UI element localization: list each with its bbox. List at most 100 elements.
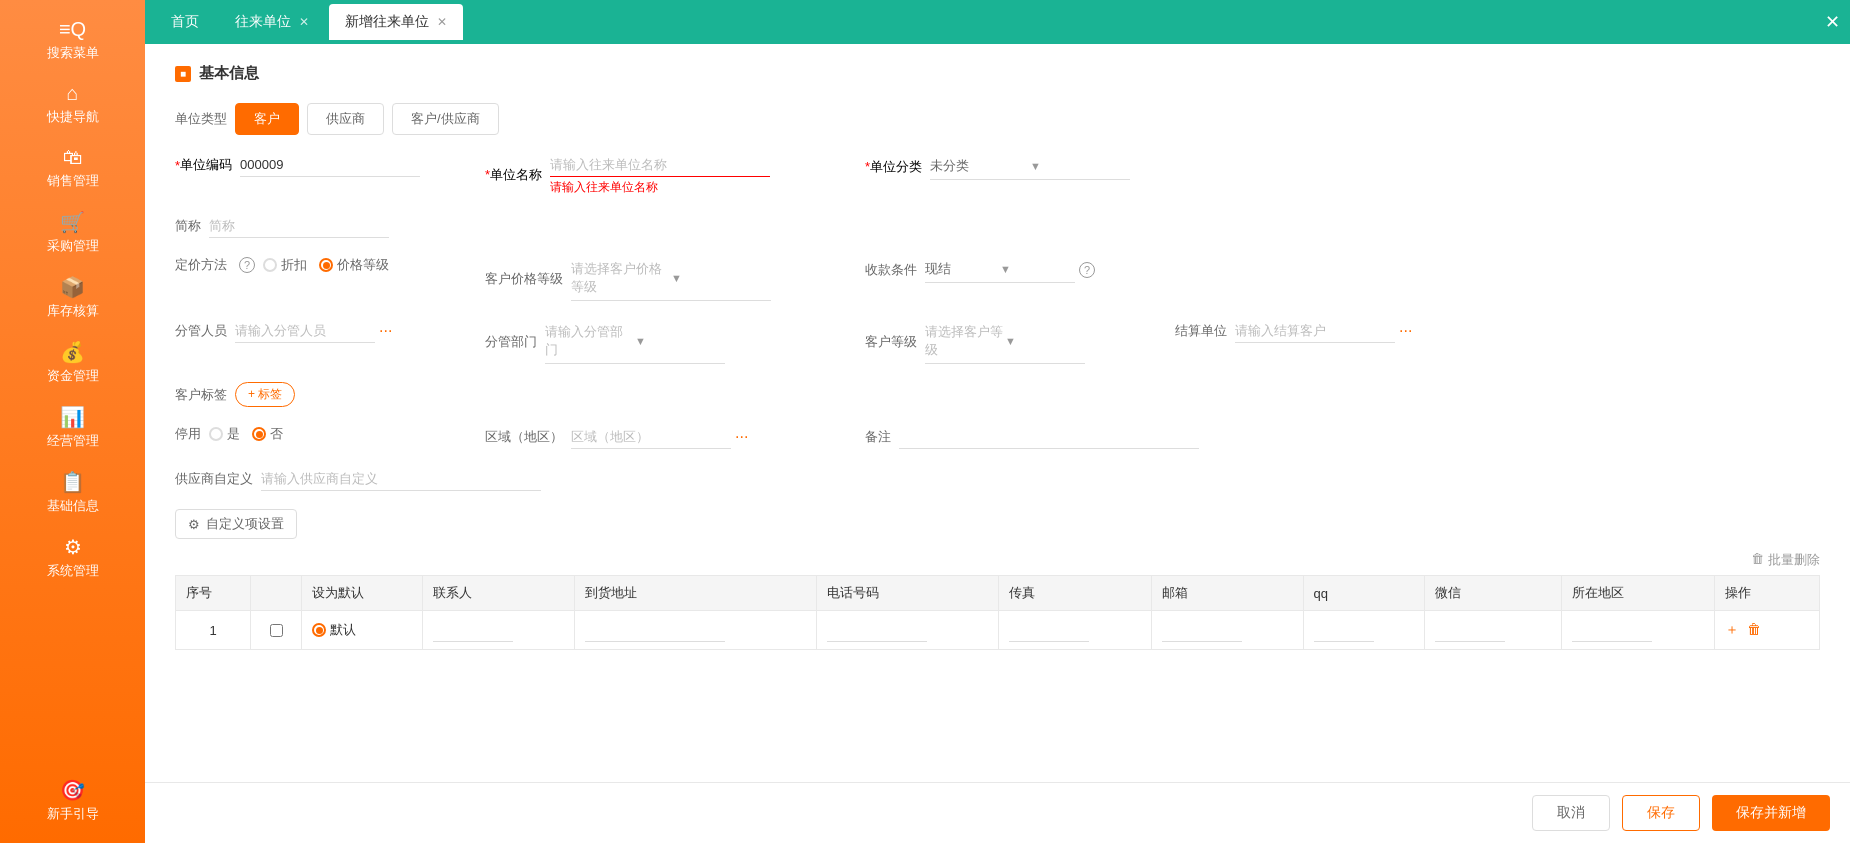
col-wechat: 微信 (1425, 576, 1562, 611)
sidebar-item-purchase[interactable]: 🛒 采购管理 (0, 200, 145, 265)
field-manager: 分管人员 ··· (175, 319, 455, 343)
cell-wechat[interactable] (1425, 611, 1562, 650)
save-add-button[interactable]: 保存并新增 (1712, 795, 1830, 831)
sidebar-item-search[interactable]: ≡Q 搜索菜单 (0, 8, 145, 72)
input-email[interactable] (1162, 618, 1242, 642)
radio-no[interactable]: 否 (252, 425, 283, 443)
radio-discount-label: 折扣 (281, 256, 307, 274)
sidebar-item-sales[interactable]: 🛍 销售管理 (0, 136, 145, 200)
customer-price-level-arrow: ▼ (671, 272, 771, 284)
manager-more-btn[interactable]: ··· (379, 322, 392, 340)
sidebar-item-inventory[interactable]: 📦 库存核算 (0, 265, 145, 330)
radio-yes-label: 是 (227, 425, 240, 443)
select-unit-category[interactable]: 未分类 ▼ (930, 153, 1130, 180)
cell-default: 默认 (302, 611, 422, 650)
sidebar-item-newuser[interactable]: 🎯 新手引导 (0, 768, 145, 833)
field-customer-tag: 客户标签 + 标签 (175, 382, 295, 407)
add-row-icon[interactable]: ＋ (1725, 621, 1739, 639)
sidebar-label-purchase: 采购管理 (47, 237, 99, 255)
input-alias[interactable] (209, 214, 389, 238)
tab-new-partner-close[interactable]: ✕ (437, 15, 447, 29)
input-notes[interactable] (899, 425, 1199, 449)
table-row: 1 默认 (176, 611, 1820, 650)
cell-checkbox[interactable] (251, 611, 302, 650)
sidebar-label-newuser: 新手引导 (47, 805, 99, 823)
pricing-help-icon[interactable]: ? (239, 257, 255, 273)
cell-email[interactable] (1151, 611, 1303, 650)
label-payment-terms: 收款条件 (865, 261, 917, 279)
field-disabled: 停用 是 否 (175, 425, 455, 443)
tab-new-partner[interactable]: 新增往来单位 ✕ (329, 4, 463, 40)
input-fax[interactable] (1009, 618, 1089, 642)
field-payment-terms: 收款条件 现结 ▼ ? (865, 256, 1145, 283)
newuser-icon: 🎯 (60, 778, 85, 802)
input-phone[interactable] (827, 618, 927, 642)
input-unit-code[interactable] (240, 153, 420, 177)
tab-partners-close[interactable]: ✕ (299, 15, 309, 29)
col-checkbox (251, 576, 302, 611)
unit-btn-customer[interactable]: 客户 (235, 103, 299, 135)
select-customer-level[interactable]: 请选择客户等级 ▼ (925, 319, 1085, 364)
radio-discount[interactable]: 折扣 (263, 256, 307, 274)
delete-row-icon[interactable]: 🗑 (1747, 621, 1761, 639)
sidebar-item-finance[interactable]: 💰 资金管理 (0, 330, 145, 395)
search-icon: ≡Q (59, 18, 86, 41)
tab-home[interactable]: 首页 (155, 4, 215, 40)
col-phone: 电话号码 (817, 576, 999, 611)
select-department[interactable]: 请输入分管部门 ▼ (545, 319, 725, 364)
input-settlement-unit[interactable] (1235, 319, 1395, 343)
custom-settings-btn[interactable]: ⚙ 自定义项设置 (175, 509, 297, 539)
col-default: 设为默认 (302, 576, 422, 611)
cell-phone[interactable] (817, 611, 999, 650)
input-wechat[interactable] (1435, 618, 1505, 642)
input-manager[interactable] (235, 319, 375, 343)
sidebar-item-quicknav[interactable]: ⌂ 快捷导航 (0, 72, 145, 136)
batch-delete-btn[interactable]: 🗑 批量删除 (175, 551, 1820, 569)
cancel-button[interactable]: 取消 (1532, 795, 1610, 831)
region-more-btn[interactable]: ··· (735, 428, 748, 446)
payment-help-icon[interactable]: ? (1079, 262, 1095, 278)
select-payment-terms[interactable]: 现结 ▼ (925, 256, 1075, 283)
row-checkbox[interactable] (261, 624, 291, 637)
field-unit-category: * 单位分类 未分类 ▼ (865, 153, 1145, 180)
input-qq[interactable] (1314, 618, 1374, 642)
main-area: 首页 往来单位 ✕ 新增往来单位 ✕ ✕ ■ 基本信息 单位类型 客户 供应商 … (145, 0, 1850, 843)
input-unit-name[interactable] (550, 153, 770, 177)
unit-btn-both[interactable]: 客户/供应商 (392, 103, 499, 135)
cell-address[interactable] (574, 611, 816, 650)
sidebar-item-operations[interactable]: 📊 经营管理 (0, 395, 145, 460)
unit-category-value: 未分类 (930, 157, 1030, 175)
radio-price-level[interactable]: 价格等级 (319, 256, 389, 274)
cell-fax[interactable] (999, 611, 1151, 650)
input-supplier-custom[interactable] (261, 467, 541, 491)
label-disabled: 停用 (175, 425, 201, 443)
tab-partners[interactable]: 往来单位 ✕ (219, 4, 325, 40)
input-address[interactable] (585, 618, 725, 642)
label-customer-price-level: 客户价格等级 (485, 270, 563, 288)
save-button[interactable]: 保存 (1622, 795, 1700, 831)
select-customer-price-level[interactable]: 请选择客户价格等级 ▼ (571, 256, 771, 301)
field-region: 区域（地区） ··· (485, 425, 835, 449)
sidebar-item-basic[interactable]: 📋 基础信息 (0, 460, 145, 525)
label-department: 分管部门 (485, 333, 537, 351)
cell-qq[interactable] (1303, 611, 1425, 650)
unit-btn-supplier[interactable]: 供应商 (307, 103, 384, 135)
row-checkbox-input[interactable] (270, 624, 283, 637)
input-contact[interactable] (433, 618, 513, 642)
tab-home-label: 首页 (171, 13, 199, 31)
default-radio[interactable] (312, 623, 326, 637)
tab-new-partner-label: 新增往来单位 (345, 13, 429, 31)
add-tag-btn[interactable]: + 标签 (235, 382, 295, 407)
form-row-disabled: 停用 是 否 区域（地区） ··· 备注 (175, 425, 1820, 449)
sidebar-item-system[interactable]: ⚙ 系统管理 (0, 525, 145, 590)
radio-yes[interactable]: 是 (209, 425, 240, 443)
payment-terms-value: 现结 (925, 260, 1000, 278)
sidebar-label-quicknav: 快捷导航 (47, 108, 99, 126)
close-all-tabs[interactable]: ✕ (1825, 11, 1840, 33)
settlement-more-btn[interactable]: ··· (1399, 322, 1412, 340)
input-region[interactable] (571, 425, 731, 449)
cell-area[interactable] (1562, 611, 1714, 650)
input-area[interactable] (1572, 618, 1652, 642)
cell-contact[interactable] (422, 611, 574, 650)
col-fax: 传真 (999, 576, 1151, 611)
